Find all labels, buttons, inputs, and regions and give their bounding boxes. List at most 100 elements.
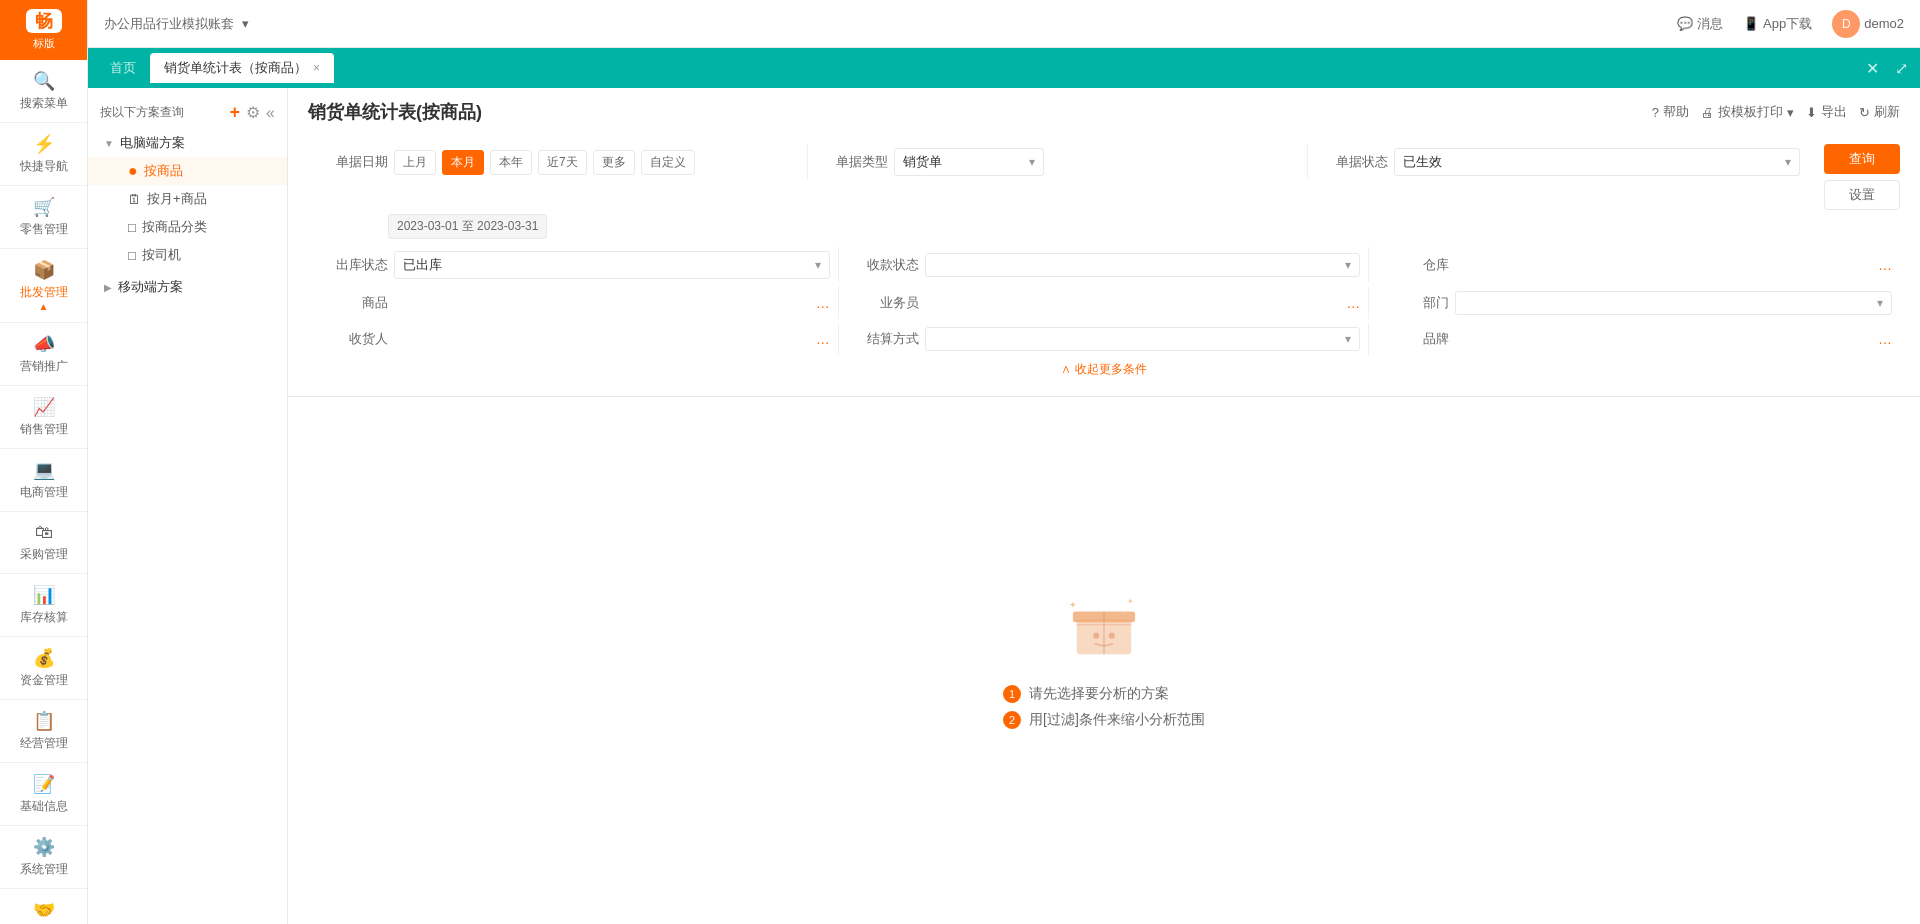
filter-grid-row4: 收货人 … 结算方式 ▾ 品牌 xyxy=(308,323,1900,355)
help-btn[interactable]: ? 帮助 xyxy=(1652,103,1689,121)
tab-current[interactable]: 销货单统计表（按商品） × xyxy=(150,53,334,83)
app-download-btn[interactable]: 📱 App下载 xyxy=(1743,15,1812,33)
sidebar-item-quick-nav[interactable]: ⚡ 快捷导航 xyxy=(0,123,87,186)
user-name: demo2 xyxy=(1864,16,1904,31)
tree-desktop-label: 电脑端方案 xyxy=(120,134,185,152)
sidebar-item-operations[interactable]: 📋 经营管理 xyxy=(0,700,87,763)
date-btn-custom[interactable]: 自定义 xyxy=(641,150,695,175)
right-panel: 销货单统计表(按商品) ? 帮助 🖨 按模板打印 ▾ ⬇ 导出 xyxy=(288,88,1920,924)
filter-brand-cell: 品牌 … xyxy=(1369,323,1900,355)
sidebar-item-basic[interactable]: 📝 基础信息 xyxy=(0,763,87,826)
add-scheme-btn[interactable]: + xyxy=(230,102,241,123)
tab-home[interactable]: 首页 xyxy=(96,53,150,83)
collapse-filter-btn[interactable]: ∧ 收起更多条件 xyxy=(308,355,1900,384)
filter-warehouse-cell: 仓库 … xyxy=(1369,247,1900,283)
collapse-panel-btn[interactable]: « xyxy=(266,104,275,122)
wholesale-icon: 📦 xyxy=(33,259,55,281)
sidebar-item-retail[interactable]: 🛒 零售管理 xyxy=(0,186,87,249)
tab-bar-actions: ✕ ⤢ xyxy=(1862,55,1912,82)
sidebar-item-search[interactable]: 🔍 搜索菜单 xyxy=(0,60,87,123)
warehouse-dots[interactable]: … xyxy=(1878,257,1892,273)
sidebar-item-marketing[interactable]: 📣 营销推广 xyxy=(0,323,87,386)
message-btn[interactable]: 💬 消息 xyxy=(1677,15,1723,33)
query-btn[interactable]: 查询 xyxy=(1824,144,1900,174)
operations-icon: 📋 xyxy=(33,710,55,732)
staff-dots[interactable]: … xyxy=(1346,295,1360,311)
receiver-dots[interactable]: … xyxy=(816,331,830,347)
doc-type-select[interactable]: 销货单 ▾ xyxy=(894,148,1044,176)
payment-arrow: ▾ xyxy=(1345,332,1351,346)
tree-item-by-goods[interactable]: ● 按商品 xyxy=(88,157,287,185)
date-btn-7days[interactable]: 近7天 xyxy=(538,150,587,175)
settings-btn[interactable]: 设置 xyxy=(1824,180,1900,210)
content-area: 按以下方案查询 + ⚙ « ▼ 电脑端方案 ● 按商品 🗓 按月+商品 xyxy=(88,88,1920,924)
sidebar-item-enterprise[interactable]: 🤝 企业协同 xyxy=(0,889,87,924)
receive-status-select[interactable]: ▾ xyxy=(925,253,1361,277)
sidebar-item-label: 电商管理 xyxy=(20,484,68,501)
tree-mobile-group[interactable]: ▶ 移动端方案 xyxy=(88,273,287,301)
header-actions: 💬 消息 📱 App下载 D demo2 xyxy=(1677,10,1904,38)
user-menu[interactable]: D demo2 xyxy=(1832,10,1904,38)
out-status-select[interactable]: 已出库 ▾ xyxy=(394,251,830,279)
sidebar-item-label: 快捷导航 xyxy=(20,158,68,175)
message-icon: 💬 xyxy=(1677,16,1693,31)
filter-grid-row2: 出库状态 已出库 ▾ 收款状态 ▾ 仓库 xyxy=(308,247,1900,283)
sidebar-item-sales[interactable]: 📈 销售管理 xyxy=(0,386,87,449)
print-btn[interactable]: 🖨 按模板打印 ▾ xyxy=(1701,103,1794,121)
tree-item-icon: □ xyxy=(128,248,136,263)
brand-dots[interactable]: … xyxy=(1878,331,1892,347)
page-title: 销货单统计表(按商品) xyxy=(308,100,482,124)
sidebar-item-label: 基础信息 xyxy=(20,798,68,815)
sidebar: 畅 标版 🔍 搜索菜单 ⚡ 快捷导航 🛒 零售管理 📦 批发管理 ▲ 📣 营销推… xyxy=(0,0,88,924)
step-2-num: 2 xyxy=(1003,711,1021,729)
settings-scheme-btn[interactable]: ⚙ xyxy=(246,103,260,122)
sidebar-item-label: 库存核算 xyxy=(20,609,68,626)
tab-close-btn[interactable]: × xyxy=(313,61,320,75)
sidebar-item-ecommerce[interactable]: 💻 电商管理 xyxy=(0,449,87,512)
refresh-btn[interactable]: ↻ 刷新 xyxy=(1859,103,1900,121)
sidebar-item-finance[interactable]: 💰 资金管理 xyxy=(0,637,87,700)
date-range-row: 2023-03-01 至 2023-03-31 xyxy=(308,210,1900,243)
export-btn[interactable]: ⬇ 导出 xyxy=(1806,103,1847,121)
tree-item-by-month-goods[interactable]: 🗓 按月+商品 xyxy=(88,185,287,213)
brand-label: 品牌 xyxy=(1377,330,1449,348)
doc-status-select[interactable]: 已生效 ▾ xyxy=(1394,148,1800,176)
sidebar-item-system[interactable]: ⚙️ 系统管理 xyxy=(0,826,87,889)
payment-select[interactable]: ▾ xyxy=(925,327,1361,351)
sidebar-item-wholesale[interactable]: 📦 批发管理 ▲ xyxy=(0,249,87,323)
left-panel: 按以下方案查询 + ⚙ « ▼ 电脑端方案 ● 按商品 🗓 按月+商品 xyxy=(88,88,288,924)
sidebar-item-purchase[interactable]: 🛍 采购管理 xyxy=(0,512,87,574)
date-btn-last-month[interactable]: 上月 xyxy=(394,150,436,175)
svg-point-5 xyxy=(1109,632,1115,638)
tree-item-by-category[interactable]: □ 按商品分类 xyxy=(88,213,287,241)
export-label: 导出 xyxy=(1821,103,1847,121)
filter-date-cell: 单据日期 上月 本月 本年 近7天 更多 自定义 xyxy=(308,144,808,180)
goods-dots[interactable]: … xyxy=(816,295,830,311)
date-btn-more[interactable]: 更多 xyxy=(593,150,635,175)
brand-input-wrapper: … xyxy=(1455,331,1892,347)
filter-grid-row3: 商品 … 业务员 … 部门 xyxy=(308,287,1900,319)
tree-item-label: 按月+商品 xyxy=(147,190,207,208)
date-btn-this-month[interactable]: 本月 xyxy=(442,150,484,175)
industry-dropdown-arrow[interactable]: ▾ xyxy=(242,16,249,31)
date-range-value[interactable]: 2023-03-01 至 2023-03-31 xyxy=(388,214,547,239)
tree-item-by-cashier[interactable]: □ 按司机 xyxy=(88,241,287,269)
tab-expand-btn[interactable]: ⤢ xyxy=(1891,55,1912,82)
empty-box-icon: ✦ ✦ ✦ xyxy=(1064,592,1144,662)
tree-desktop-group[interactable]: ▼ 电脑端方案 xyxy=(88,129,287,157)
collapse-label: ∧ 收起更多条件 xyxy=(1061,361,1146,378)
sidebar-item-inventory[interactable]: 📊 库存核算 xyxy=(0,574,87,637)
dept-select[interactable]: ▾ xyxy=(1455,291,1892,315)
tab-close-window-btn[interactable]: ✕ xyxy=(1862,55,1883,82)
tree-item-icon: ● xyxy=(128,162,138,180)
marketing-icon: 📣 xyxy=(33,333,55,355)
main-area: 办公用品行业模拟账套 ▾ 💬 消息 📱 App下载 D demo2 首页 xyxy=(88,0,1920,924)
expand-arrow: ▲ xyxy=(39,301,49,312)
refresh-icon: ↻ xyxy=(1859,105,1870,120)
receive-status-label: 收款状态 xyxy=(847,256,919,274)
svg-text:✦: ✦ xyxy=(1069,600,1077,610)
date-btn-this-year[interactable]: 本年 xyxy=(490,150,532,175)
doc-type-arrow: ▾ xyxy=(1029,155,1035,169)
tree-item-label: 按司机 xyxy=(142,246,181,264)
empty-icon-wrapper: ✦ ✦ ✦ xyxy=(1064,592,1144,665)
